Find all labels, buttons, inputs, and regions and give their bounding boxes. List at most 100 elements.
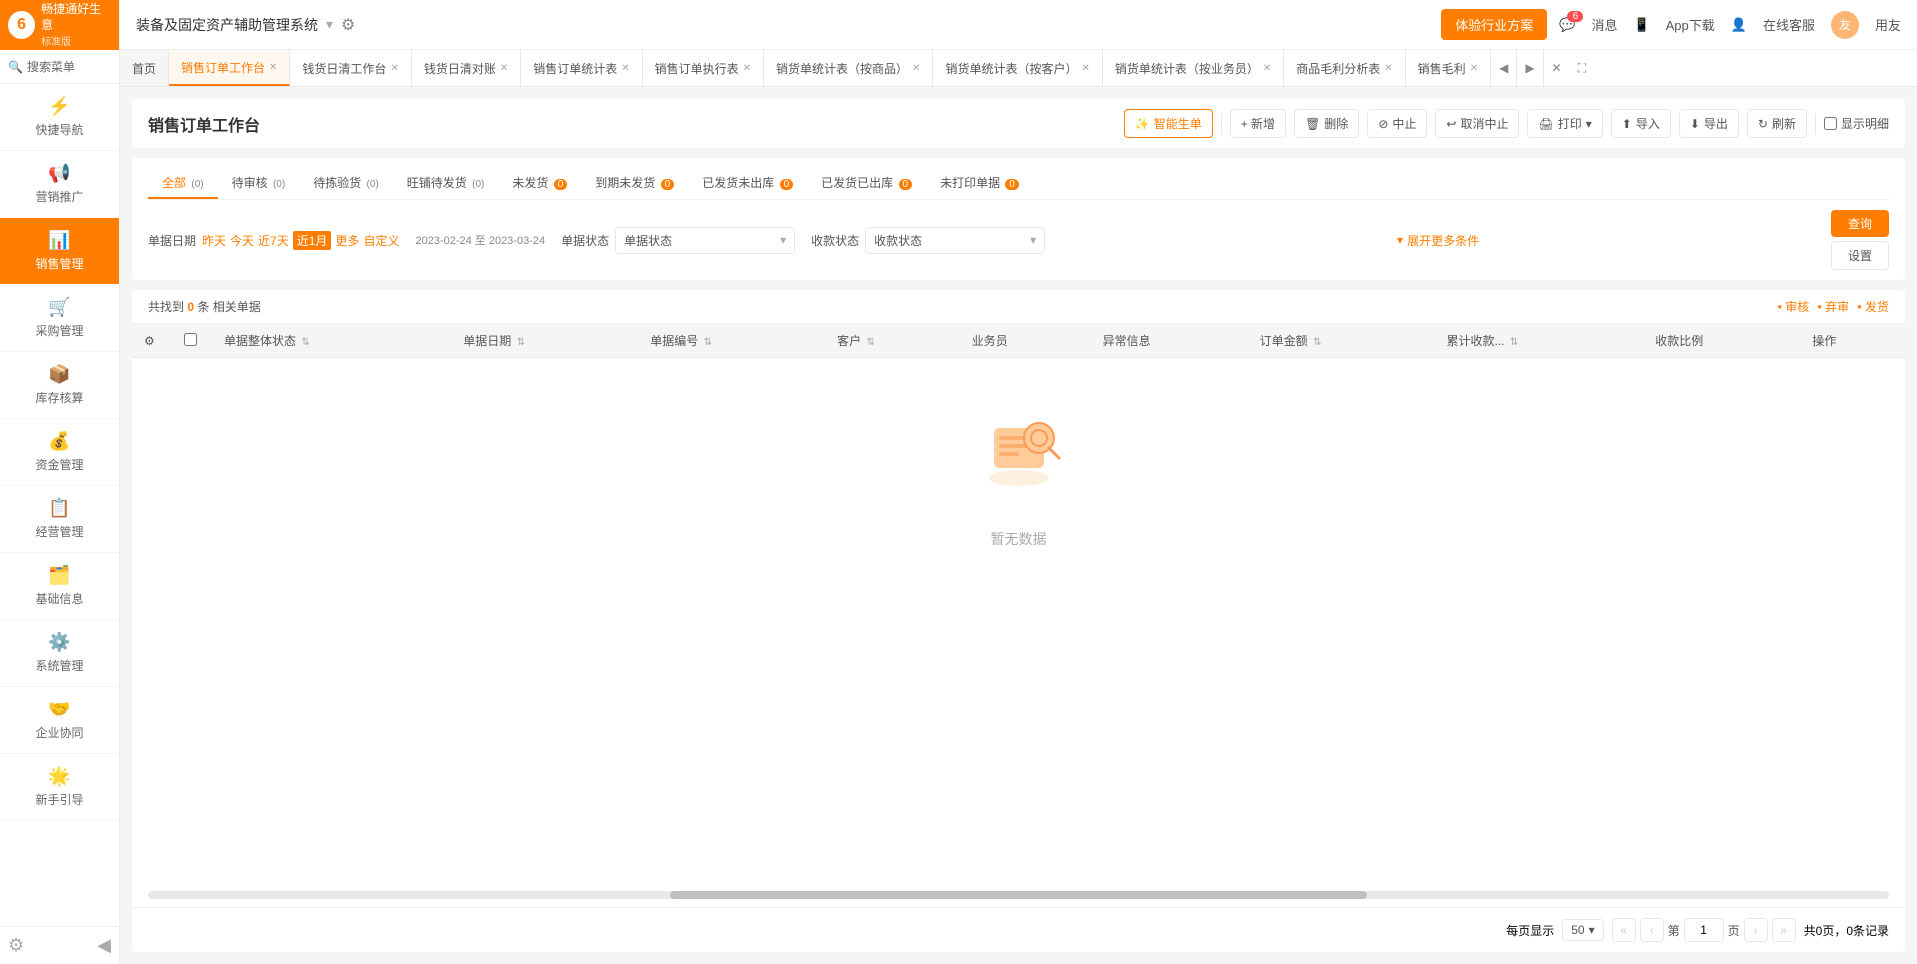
tab-cash-daily[interactable]: 钱货日清工作台 ✕ <box>290 50 411 86</box>
tab-sales-exec[interactable]: 销售订单执行表 ✕ <box>643 50 764 86</box>
sidebar-item-finance[interactable]: 💰 资金管理 <box>0 419 119 486</box>
topbar-gear-icon[interactable]: ⚙ <box>341 15 355 35</box>
th-checkbox[interactable] <box>172 324 212 358</box>
system-dropdown-arrow[interactable]: ▾ <box>326 16 333 33</box>
sidebar-item-quicknav[interactable]: ⚡ 快捷导航 <box>0 84 119 151</box>
tab-home[interactable]: 首页 <box>120 50 169 86</box>
query-btn[interactable]: 查询 <box>1831 210 1889 237</box>
settings-icon[interactable]: ⚙ <box>8 935 24 956</box>
user-avatar[interactable]: 友 <box>1831 11 1859 39</box>
sidebar-item-promo[interactable]: 📢 营销推广 <box>0 151 119 218</box>
filter-tab-wangpu[interactable]: 旺铺待发货 (0) <box>393 168 499 199</box>
tab-sales-workbench[interactable]: 销售订单工作台 ✕ <box>169 50 290 86</box>
date-opt-yesterday[interactable]: 昨天 <box>202 232 226 249</box>
th-settings[interactable]: ⚙ <box>132 324 172 358</box>
th-number-sort[interactable]: ⇅ <box>704 337 712 348</box>
message-badge[interactable]: 💬 6 <box>1559 17 1575 33</box>
tab-sales-more-close[interactable]: ✕ <box>1470 63 1478 74</box>
th-received-sort[interactable]: ⇅ <box>1510 337 1518 348</box>
sidebar-item-sales[interactable]: 📊 销售管理 <box>0 218 119 285</box>
th-date-sort[interactable]: ⇅ <box>517 337 525 348</box>
page-input[interactable] <box>1684 918 1724 942</box>
page-last-btn[interactable]: » <box>1772 918 1796 942</box>
system-title: 装备及固定资产辅助管理系统 <box>136 15 318 35</box>
payment-select[interactable]: 收款状态 ▾ <box>865 227 1045 254</box>
tab-cash-daily-close[interactable]: ✕ <box>390 63 398 74</box>
filter-tab-shipped-out[interactable]: 已发货已出库 0 <box>807 168 926 199</box>
refresh-btn[interactable]: ↻ 刷新 <box>1747 109 1807 138</box>
app-download-label[interactable]: App下载 <box>1666 15 1715 34</box>
tab-expand-btn[interactable]: ⛶ <box>1570 50 1594 86</box>
page-size-select[interactable]: 50 ▾ <box>1562 919 1603 941</box>
tab-sales-summary-product[interactable]: 销货单统计表（按商品） ✕ <box>764 50 933 86</box>
print-btn[interactable]: 🖨 打印 ▾ <box>1527 109 1602 138</box>
tab-sales-stat-close[interactable]: ✕ <box>621 63 629 74</box>
page-first-btn[interactable]: « <box>1612 918 1636 942</box>
sidebar-item-operation-label: 经营管理 <box>35 523 83 540</box>
th-amount-sort[interactable]: ⇅ <box>1313 337 1321 348</box>
th-status-sort[interactable]: ⇅ <box>301 337 309 348</box>
filter-tab-not-printed[interactable]: 未打印单据 0 <box>926 168 1033 199</box>
ship-action[interactable]: 发货 <box>1857 298 1889 315</box>
table-scroll-container[interactable]: ⚙ 单据整体状态 ⇅ 单据日期 ⇅ <box>132 324 1905 891</box>
page-prev-btn[interactable]: ‹ <box>1640 918 1664 942</box>
filter-tab-all[interactable]: 全部 (0) <box>148 168 218 199</box>
page-next-btn[interactable]: › <box>1744 918 1768 942</box>
filter-tab-pending[interactable]: 待审核 (0) <box>218 168 300 199</box>
date-opt-today[interactable]: 今天 <box>230 232 254 249</box>
cancel-stop-btn[interactable]: ↩ 取消中止 <box>1435 109 1519 138</box>
collapse-icon[interactable]: ◀ <box>97 935 111 956</box>
sidebar-item-corp[interactable]: 🤝 企业协同 <box>0 687 119 754</box>
tab-sales-summary-staff-close[interactable]: ✕ <box>1263 63 1271 74</box>
tab-sales-stat[interactable]: 销售订单统计表 ✕ <box>521 50 642 86</box>
setting-btn[interactable]: 设置 <box>1831 241 1889 270</box>
tab-cash-reconcile-close[interactable]: ✕ <box>500 63 508 74</box>
tab-sales-summary-customer-close[interactable]: ✕ <box>1081 63 1089 74</box>
reject-action[interactable]: 弃审 <box>1817 298 1849 315</box>
approve-action[interactable]: 审核 <box>1777 298 1809 315</box>
filter-tab-inspect[interactable]: 待拣验货 (0) <box>299 168 393 199</box>
sidebar-item-purchase[interactable]: 🛒 采购管理 <box>0 285 119 352</box>
delete-btn[interactable]: 🗑 删除 <box>1294 109 1359 138</box>
date-opt-1month[interactable]: 近1月 <box>293 231 332 250</box>
expand-filter-btn[interactable]: ▾ 展开更多条件 <box>1397 232 1479 249</box>
sidebar-item-guide[interactable]: 🌟 新手引导 <box>0 754 119 821</box>
filter-tab-expired[interactable]: 到期未发货 0 <box>581 168 688 199</box>
experience-btn[interactable]: 体验行业方案 <box>1441 9 1547 40</box>
tab-prev-btn[interactable]: ◀ <box>1491 50 1517 86</box>
date-opt-custom[interactable]: 自定义 <box>363 232 399 249</box>
tab-close-all-btn[interactable]: ✕ <box>1544 50 1570 86</box>
date-opt-more[interactable]: 更多 <box>335 232 359 249</box>
tab-sales-summary-customer[interactable]: 销货单统计表（按客户） ✕ <box>933 50 1102 86</box>
sidebar-item-operation[interactable]: 📋 经营管理 <box>0 486 119 553</box>
tab-sales-exec-close[interactable]: ✕ <box>743 63 751 74</box>
show-detail-checkbox-label[interactable]: 显示明细 <box>1824 115 1889 132</box>
sidebar-item-basic[interactable]: 🗂️ 基础信息 <box>0 553 119 620</box>
status-select[interactable]: 单据状态 ▾ <box>615 227 795 254</box>
tab-sales-workbench-close[interactable]: ✕ <box>269 62 277 73</box>
ai-btn[interactable]: ✨ 智能生单 <box>1124 109 1213 138</box>
tab-next-btn[interactable]: ▶ <box>1517 50 1543 86</box>
sidebar-search[interactable]: 🔍 搜索菜单 <box>0 50 119 84</box>
stop-btn[interactable]: ⊘ 中止 <box>1367 109 1427 138</box>
add-btn[interactable]: + 新增 <box>1230 109 1286 138</box>
export-btn[interactable]: ⬇ 导出 <box>1679 109 1739 138</box>
tab-sales-summary-product-close[interactable]: ✕ <box>912 63 920 74</box>
date-opt-7days[interactable]: 近7天 <box>258 232 289 249</box>
th-customer-sort[interactable]: ⇅ <box>867 337 875 348</box>
show-detail-checkbox[interactable] <box>1824 117 1837 130</box>
online-service-label[interactable]: 在线客服 <box>1763 15 1815 34</box>
import-btn[interactable]: ⬆ 导入 <box>1611 109 1671 138</box>
select-all-checkbox[interactable] <box>184 333 197 346</box>
sidebar-item-system[interactable]: ⚙️ 系统管理 <box>0 620 119 687</box>
filter-tab-shipped-not-out[interactable]: 已发货未出库 0 <box>688 168 807 199</box>
tab-product-margin[interactable]: 商品毛利分析表 ✕ <box>1284 50 1405 86</box>
tab-sales-summary-staff[interactable]: 销货单统计表（按业务员） ✕ <box>1103 50 1284 86</box>
tab-cash-reconcile[interactable]: 钱货日清对账 ✕ <box>412 50 521 86</box>
tab-product-margin-close[interactable]: ✕ <box>1384 63 1392 74</box>
sidebar-item-inventory[interactable]: 📦 库存核算 <box>0 352 119 419</box>
tab-sales-more[interactable]: 销售毛利 ✕ <box>1406 50 1491 86</box>
horizontal-scrollbar[interactable] <box>148 891 1889 899</box>
filter-tab-not-shipped[interactable]: 未发货 0 <box>498 168 581 199</box>
horizontal-scrollbar-thumb[interactable] <box>670 891 1366 899</box>
